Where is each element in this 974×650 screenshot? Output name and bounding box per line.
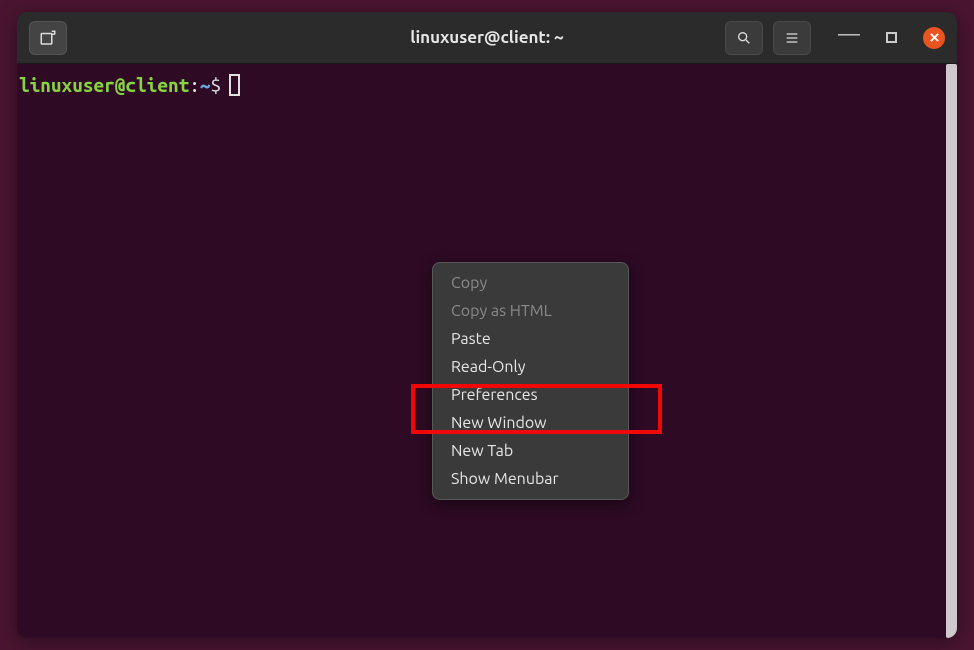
window-controls: —: [839, 27, 945, 49]
close-icon: [929, 32, 940, 43]
close-button[interactable]: [923, 27, 945, 49]
hamburger-menu-button[interactable]: [773, 21, 811, 55]
menu-item-preferences[interactable]: Preferences: [433, 381, 628, 409]
search-button[interactable]: [725, 21, 763, 55]
prompt-symbol: $: [211, 74, 222, 96]
menu-item-paste[interactable]: Paste: [433, 325, 628, 353]
menu-item-copy-as-html[interactable]: Copy as HTML: [433, 297, 628, 325]
minimize-button[interactable]: —: [839, 28, 859, 48]
prompt-user-host: linuxuser@client: [19, 74, 189, 96]
scrollbar[interactable]: [946, 64, 957, 638]
search-icon: [736, 30, 752, 46]
prompt-path: ~: [200, 74, 211, 96]
terminal-cursor: [229, 74, 240, 96]
menu-item-copy[interactable]: Copy: [433, 269, 628, 297]
maximize-button[interactable]: [881, 28, 901, 48]
hamburger-icon: [784, 30, 800, 46]
menu-item-new-window[interactable]: New Window: [433, 409, 628, 437]
new-tab-button[interactable]: [29, 21, 67, 55]
titlebar: linuxuser@client: ~ —: [17, 12, 957, 64]
menu-item-show-menubar[interactable]: Show Menubar: [433, 465, 628, 493]
prompt-line: linuxuser@client : ~ $: [19, 74, 955, 96]
menu-item-new-tab[interactable]: New Tab: [433, 437, 628, 465]
maximize-icon: [886, 32, 897, 43]
titlebar-right: —: [725, 21, 945, 55]
menu-item-read-only[interactable]: Read-Only: [433, 353, 628, 381]
prompt-separator: :: [189, 74, 200, 96]
context-menu: Copy Copy as HTML Paste Read-Only Prefer…: [432, 262, 629, 500]
new-tab-icon: [39, 29, 57, 47]
